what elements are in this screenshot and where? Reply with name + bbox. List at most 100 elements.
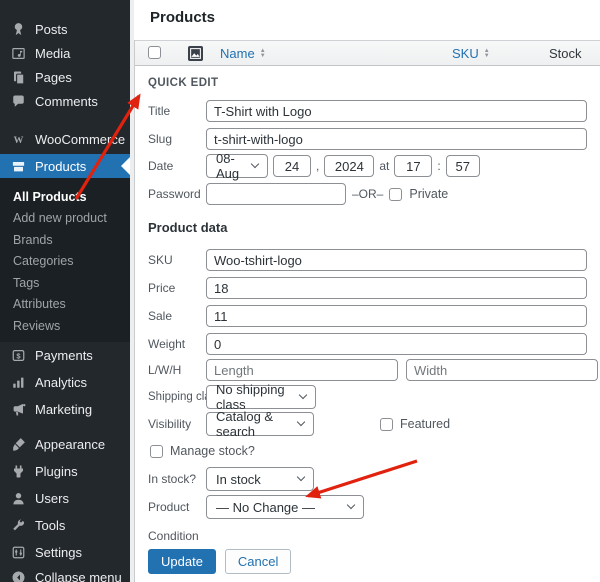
password-row: Password –OR– Private: [148, 182, 587, 206]
featured-checkbox[interactable]: [380, 417, 393, 431]
chevron-down-icon: [346, 500, 356, 510]
pin-icon: [10, 21, 26, 37]
year-input[interactable]: [324, 155, 375, 177]
cancel-button[interactable]: Cancel: [224, 549, 292, 574]
sale-row: Sale: [148, 304, 587, 328]
sort-icon: ▲ ▼: [483, 48, 490, 59]
sku-column-header[interactable]: SKU ▲ ▼: [452, 41, 490, 66]
select-all-checkbox[interactable]: [148, 46, 161, 59]
quick-edit-heading: QUICK EDIT: [148, 77, 219, 89]
length-input[interactable]: [206, 359, 398, 381]
sidebar-item-tools[interactable]: Tools: [0, 512, 130, 539]
sidebar-item-woocommerce[interactable]: W WooCommerce: [0, 127, 130, 151]
products-submenu: All Products Add new product Brands Cate…: [0, 178, 130, 342]
sidebar-item-brands[interactable]: Brands: [0, 229, 130, 251]
user-icon: [10, 490, 26, 506]
price-input[interactable]: [206, 277, 587, 299]
visibility-label: Visibility: [148, 417, 192, 431]
sidebar-item-posts[interactable]: Posts: [0, 17, 130, 41]
manage-stock-checkbox[interactable]: [150, 444, 163, 458]
sidebar-item-label: Settings: [35, 544, 82, 560]
sidebar-item-tags[interactable]: Tags: [0, 272, 130, 294]
date-row: Date 08-Aug , at :: [148, 151, 587, 181]
sidebar-item-add-new-product[interactable]: Add new product: [0, 208, 130, 230]
sidebar-item-appearance[interactable]: Appearance: [0, 431, 130, 458]
sidebar-item-marketing[interactable]: Marketing: [0, 396, 130, 423]
products-table-header: Name ▲ ▼ SKU ▲ ▼ Stock: [135, 40, 600, 66]
chevron-down-icon: [298, 390, 308, 400]
main-content: Products Name ▲ ▼ SKU ▲ ▼ Stock QUICK EDIT T…: [130, 0, 600, 582]
sidebar-item-label: Users: [35, 490, 69, 506]
sidebar-item-label: Marketing: [35, 401, 93, 417]
sidebar-item-settings[interactable]: Settings: [0, 539, 130, 566]
sidebar-item-users[interactable]: Users: [0, 485, 130, 512]
megaphone-icon: [10, 401, 26, 417]
slug-label: Slug: [148, 132, 173, 146]
shipping-class-row: Shipping class No shipping class: [148, 382, 587, 412]
minute-input[interactable]: [445, 155, 480, 177]
slug-row: Slug: [148, 127, 587, 151]
date-comma: ,: [316, 159, 320, 173]
in-stock-select[interactable]: In stock: [206, 467, 314, 491]
sidebar-item-label: Comments: [35, 93, 98, 109]
sidebar-item-label: Posts: [35, 21, 68, 37]
title-input[interactable]: [206, 100, 587, 122]
or-separator: –OR–: [352, 187, 384, 201]
media-icon: [10, 45, 26, 61]
date-label: Date: [148, 159, 174, 173]
product-condition-select[interactable]: — No Change —: [206, 495, 364, 519]
password-input[interactable]: [206, 183, 346, 205]
sidebar-item-analytics[interactable]: Analytics: [0, 369, 130, 396]
comment-icon: [10, 93, 26, 109]
sku-label: SKU: [148, 253, 173, 267]
sidebar-item-label: Pages: [35, 69, 72, 85]
analytics-icon: [10, 374, 26, 390]
table-left-border: [134, 40, 135, 582]
sale-input[interactable]: [206, 305, 587, 327]
private-label: Private: [409, 187, 449, 201]
stock-column-header: Stock: [549, 46, 582, 61]
lwh-label: L/W/H: [148, 363, 182, 377]
product-image-column-icon: [188, 46, 203, 64]
brush-icon: [10, 436, 26, 452]
hour-input[interactable]: [394, 155, 433, 177]
private-checkbox[interactable]: [389, 187, 403, 201]
quick-edit-actions: Update Cancel: [148, 549, 292, 574]
day-input[interactable]: [273, 155, 311, 177]
date-at-label: at: [379, 159, 390, 173]
weight-input[interactable]: [206, 333, 587, 355]
sku-input[interactable]: [206, 249, 587, 271]
sidebar-item-attributes[interactable]: Attributes: [0, 294, 130, 316]
sidebar-item-reviews[interactable]: Reviews: [0, 315, 130, 337]
sidebar-item-label: Tools: [35, 517, 66, 533]
shipping-class-label: Shipping class: [148, 391, 223, 403]
width-input[interactable]: [406, 359, 598, 381]
featured-label: Featured: [400, 417, 451, 431]
current-menu-pointer: [121, 157, 130, 175]
sidebar-item-all-products[interactable]: All Products: [0, 186, 130, 208]
sidebar-item-pages[interactable]: Pages: [0, 65, 130, 89]
sidebar-item-label: Analytics: [35, 374, 88, 390]
month-select[interactable]: 08-Aug: [206, 151, 268, 181]
password-label: Password: [148, 187, 201, 201]
plug-icon: [10, 463, 26, 479]
admin-sidebar: Posts Media Pages Comments W WooCommerce…: [0, 0, 130, 582]
product-data-heading: Product data: [148, 220, 228, 235]
sidebar-item-comments[interactable]: Comments: [0, 89, 130, 113]
sidebar-item-plugins[interactable]: Plugins: [0, 458, 130, 485]
sidebar-item-categories[interactable]: Categories: [0, 251, 130, 273]
collapse-menu-button[interactable]: Collapse menu: [0, 566, 130, 582]
manage-stock-row: Manage stock?: [150, 439, 587, 463]
weight-label: Weight: [148, 337, 186, 351]
name-column-header[interactable]: Name ▲ ▼: [220, 41, 266, 66]
products-box-icon: [10, 158, 26, 174]
shipping-class-select[interactable]: No shipping class: [206, 382, 316, 412]
sidebar-item-media[interactable]: Media: [0, 41, 130, 65]
update-button[interactable]: Update: [148, 549, 216, 574]
title-label: Title: [148, 104, 171, 118]
visibility-select[interactable]: Catalog & search: [206, 409, 314, 439]
chevron-down-icon: [296, 472, 306, 482]
sidebar-item-payments[interactable]: $ Payments: [0, 342, 130, 369]
slug-input[interactable]: [206, 128, 587, 150]
sidebar-item-products[interactable]: Products: [0, 154, 130, 178]
